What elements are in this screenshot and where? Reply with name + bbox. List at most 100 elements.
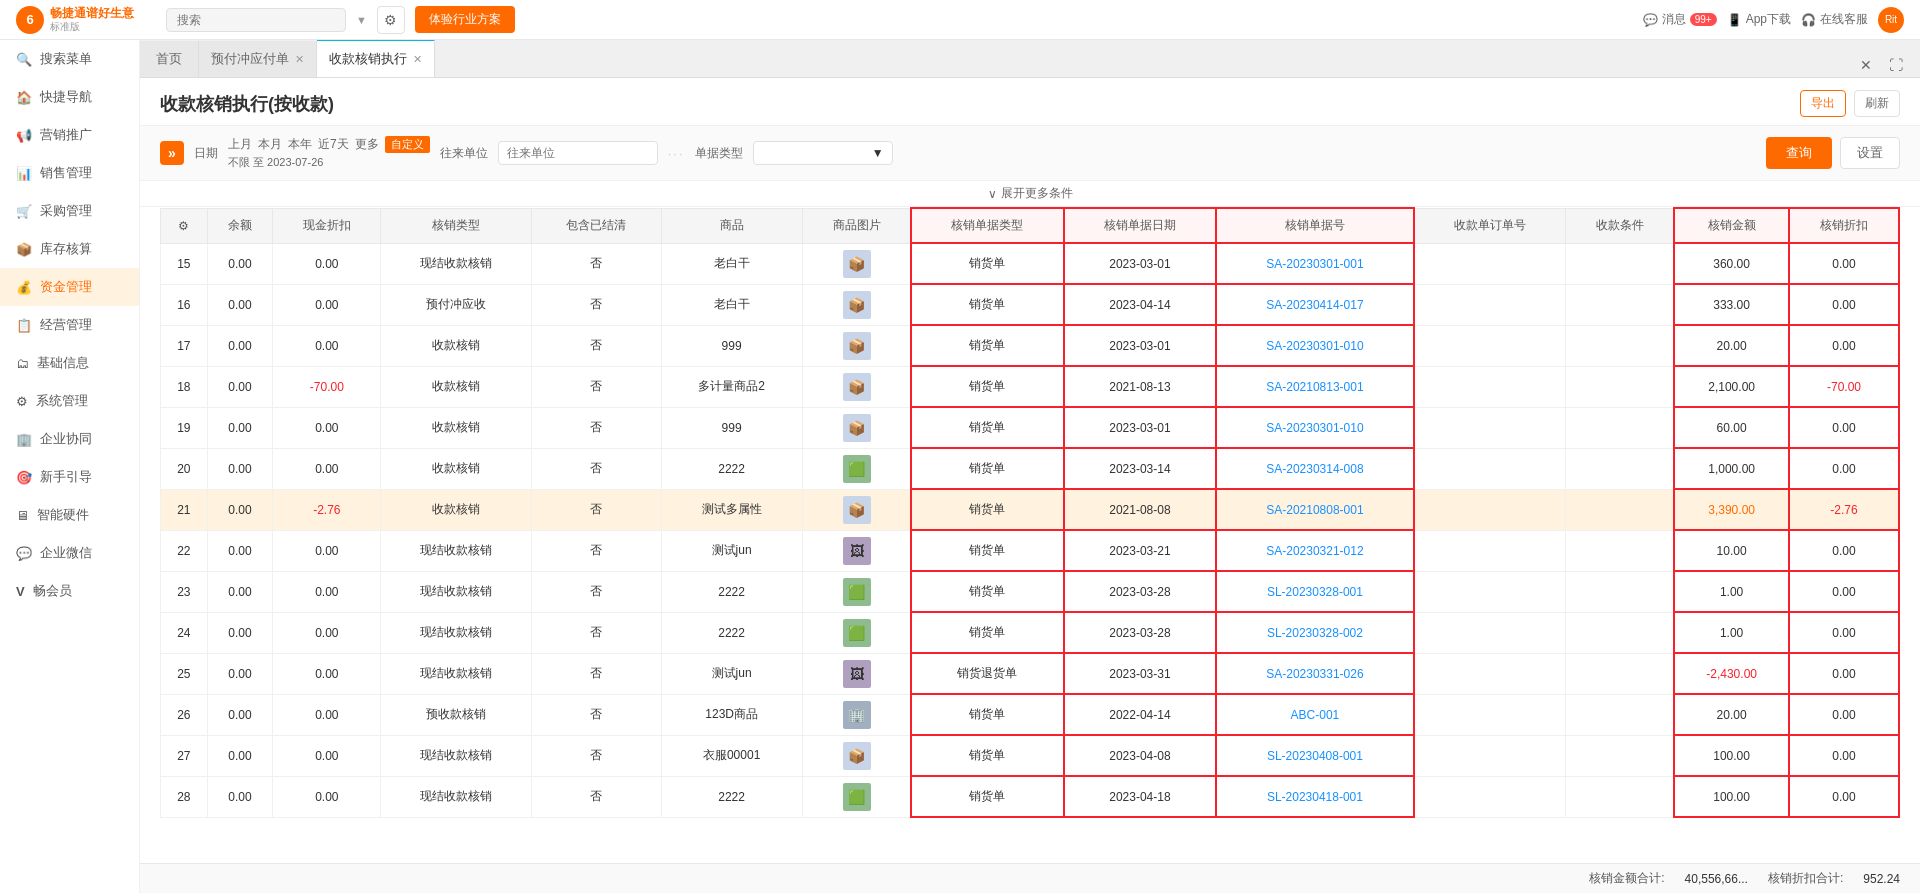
page-title: 收款核销执行(按收款) xyxy=(160,92,1800,116)
date-this-month[interactable]: 本月 xyxy=(258,136,282,153)
app-download-btn[interactable]: 📱 App下载 xyxy=(1727,11,1791,28)
table-row: 15 0.00 0.00 现结收款核销 否 老白干 📦 销货单 2023-03-… xyxy=(161,243,1900,284)
col-header-cancel-discount: 核销折扣 xyxy=(1789,208,1899,243)
footer-cancel-amount-value: 40,556,66... xyxy=(1685,872,1748,886)
expand-more-bar: ∨ 展开更多条件 xyxy=(140,181,1920,207)
tab-receipt[interactable]: 收款核销执行 ✕ xyxy=(317,40,435,77)
sidebar-item-operation[interactable]: 📋 经营管理 xyxy=(0,306,139,344)
table-row: 25 0.00 0.00 现结收款核销 否 测试jun 🖼 销货退货单 2023… xyxy=(161,653,1900,694)
col-header-include-settled: 包含已结清 xyxy=(532,208,661,243)
tab-prepay[interactable]: 预付冲应付单 ✕ xyxy=(199,41,317,77)
col-header-cancel-type: 核销类型 xyxy=(381,208,532,243)
basic-icon: 🗂 xyxy=(16,356,29,371)
bill-no-link[interactable]: SA-20230301-010 xyxy=(1266,339,1363,353)
hardware-icon: 🖥 xyxy=(16,508,29,523)
sidebar-item-basic[interactable]: 🗂 基础信息 xyxy=(0,344,139,382)
corp-icon: 🏢 xyxy=(16,432,32,447)
footer-cancel-amount-label: 核销金额合计: xyxy=(1589,870,1664,887)
tab-home[interactable]: 首页 xyxy=(140,41,199,77)
table-row: 21 0.00 -2.76 收款核销 否 测试多属性 📦 销货单 2021-08… xyxy=(161,489,1900,530)
bill-no-link[interactable]: SA-20210813-001 xyxy=(1266,380,1363,394)
tab-prepay-close[interactable]: ✕ xyxy=(295,53,304,66)
bill-no-link[interactable]: SA-20230331-026 xyxy=(1266,667,1363,681)
bill-no-link[interactable]: SA-20210808-001 xyxy=(1266,503,1363,517)
bill-no-link[interactable]: ABC-001 xyxy=(1291,708,1340,722)
export-btn[interactable]: 导出 xyxy=(1800,90,1846,117)
inventory-icon: 📦 xyxy=(16,242,32,257)
col-header-bill-date: 核销单据日期 xyxy=(1064,208,1216,243)
sidebar-item-hardware[interactable]: 🖥 智能硬件 xyxy=(0,496,139,534)
col-header-product-img: 商品图片 xyxy=(802,208,911,243)
newbie-icon: 🎯 xyxy=(16,470,32,485)
sidebar-item-member[interactable]: V 畅会员 xyxy=(0,572,139,610)
table-row: 18 0.00 -70.00 收款核销 否 多计量商品2 📦 销货单 2021-… xyxy=(161,366,1900,407)
col-header-cancel-amount: 核销金额 xyxy=(1674,208,1789,243)
logo-area: 6 畅捷通谱好生意 标准版 xyxy=(16,6,156,34)
window-expand-btn[interactable]: ⛶ xyxy=(1884,53,1908,77)
user-avatar[interactable]: Rit xyxy=(1878,7,1904,33)
expand-more-btn[interactable]: ∨ 展开更多条件 xyxy=(988,185,1073,202)
marketing-icon: 📢 xyxy=(16,128,32,143)
sidebar-item-system[interactable]: ⚙ 系统管理 xyxy=(0,382,139,420)
date-more[interactable]: 更多 xyxy=(355,136,379,153)
filter-expand-btn[interactable]: » xyxy=(160,141,184,165)
sidebar: 🔍 搜索菜单 🏠 快捷导航 📢 营销推广 📊 销售管理 🛒 采购管理 📦 库存核… xyxy=(0,40,140,893)
query-btn[interactable]: 查询 xyxy=(1766,137,1832,169)
col-header-gear[interactable]: ⚙ xyxy=(161,208,208,243)
table-row: 20 0.00 0.00 收款核销 否 2222 🟩 销货单 2023-03-1… xyxy=(161,448,1900,489)
sidebar-item-sales[interactable]: 📊 销售管理 xyxy=(0,154,139,192)
date-custom[interactable]: 自定义 xyxy=(385,136,430,153)
partner-input[interactable] xyxy=(498,141,658,165)
bill-no-link[interactable]: SL-20230328-001 xyxy=(1267,585,1363,599)
table-footer: 核销金额合计: 40,556,66... 核销折扣合计: 952.24 xyxy=(140,863,1920,893)
partner-label: 往来单位 xyxy=(440,145,488,162)
bill-no-link[interactable]: SL-20230418-001 xyxy=(1267,790,1363,804)
bill-no-link[interactable]: SA-20230301-010 xyxy=(1266,421,1363,435)
date-this-year[interactable]: 本年 xyxy=(288,136,312,153)
bill-no-link[interactable]: SA-20230314-008 xyxy=(1266,462,1363,476)
dots-separator: ··· xyxy=(668,146,685,161)
window-close-btn[interactable]: ✕ xyxy=(1854,53,1878,77)
footer-cancel-discount-label: 核销折扣合计: xyxy=(1768,870,1843,887)
bill-no-link[interactable]: SL-20230328-002 xyxy=(1267,626,1363,640)
sidebar-item-wechat[interactable]: 💬 企业微信 xyxy=(0,534,139,572)
industry-btn[interactable]: 体验行业方案 xyxy=(415,6,515,33)
online-service-btn[interactable]: 🎧 在线客服 xyxy=(1801,11,1868,28)
headset-icon: 🎧 xyxy=(1801,13,1816,27)
search-input[interactable] xyxy=(166,8,346,32)
sidebar-item-newbie[interactable]: 🎯 新手引导 xyxy=(0,458,139,496)
sidebar-item-finance[interactable]: 💰 资金管理 xyxy=(0,268,139,306)
messages-area[interactable]: 💬 消息 99+ xyxy=(1643,11,1717,28)
bill-no-link[interactable]: SA-20230414-017 xyxy=(1266,298,1363,312)
settings-btn[interactable]: 设置 xyxy=(1840,137,1900,169)
col-header-bill-type: 核销单据类型 xyxy=(911,208,1063,243)
sidebar-item-marketing[interactable]: 📢 营销推广 xyxy=(0,116,139,154)
sales-icon: 📊 xyxy=(16,166,32,181)
finance-icon: 💰 xyxy=(16,280,32,295)
sidebar-item-inventory[interactable]: 📦 库存核算 xyxy=(0,230,139,268)
bill-type-select[interactable]: ▼ xyxy=(753,141,893,165)
table-row: 16 0.00 0.00 预付冲应收 否 老白干 📦 销货单 2023-04-1… xyxy=(161,284,1900,325)
logo-name: 畅捷通谱好生意 xyxy=(50,6,134,20)
col-header-balance: 余额 xyxy=(207,208,273,243)
page-header: 收款核销执行(按收款) 导出 刷新 xyxy=(140,78,1920,126)
tab-receipt-close[interactable]: ✕ xyxy=(413,53,422,66)
bill-no-link[interactable]: SA-20230301-001 xyxy=(1266,257,1363,271)
date-range-value: 不限 至 2023-07-26 xyxy=(228,155,430,170)
table-row: 17 0.00 0.00 收款核销 否 999 📦 销货单 2023-03-01… xyxy=(161,325,1900,366)
refresh-btn[interactable]: 刷新 xyxy=(1854,90,1900,117)
sidebar-item-shortcut[interactable]: 🏠 快捷导航 xyxy=(0,78,139,116)
bill-no-link[interactable]: SL-20230408-001 xyxy=(1267,749,1363,763)
col-header-receipt-order: 收款单订单号 xyxy=(1414,208,1566,243)
sidebar-item-search[interactable]: 🔍 搜索菜单 xyxy=(0,40,139,78)
sidebar-item-purchase[interactable]: 🛒 采购管理 xyxy=(0,192,139,230)
date-7days[interactable]: 近7天 xyxy=(318,136,349,153)
date-label: 日期 xyxy=(194,145,218,162)
system-icon: ⚙ xyxy=(16,394,28,409)
gear-button[interactable]: ⚙ xyxy=(377,6,405,34)
table-row: 26 0.00 0.00 预收款核销 否 123D商品 🏢 销货单 2022-0… xyxy=(161,694,1900,735)
col-header-product: 商品 xyxy=(661,208,802,243)
sidebar-item-corp[interactable]: 🏢 企业协同 xyxy=(0,420,139,458)
date-prev-month[interactable]: 上月 xyxy=(228,136,252,153)
bill-no-link[interactable]: SA-20230321-012 xyxy=(1266,544,1363,558)
